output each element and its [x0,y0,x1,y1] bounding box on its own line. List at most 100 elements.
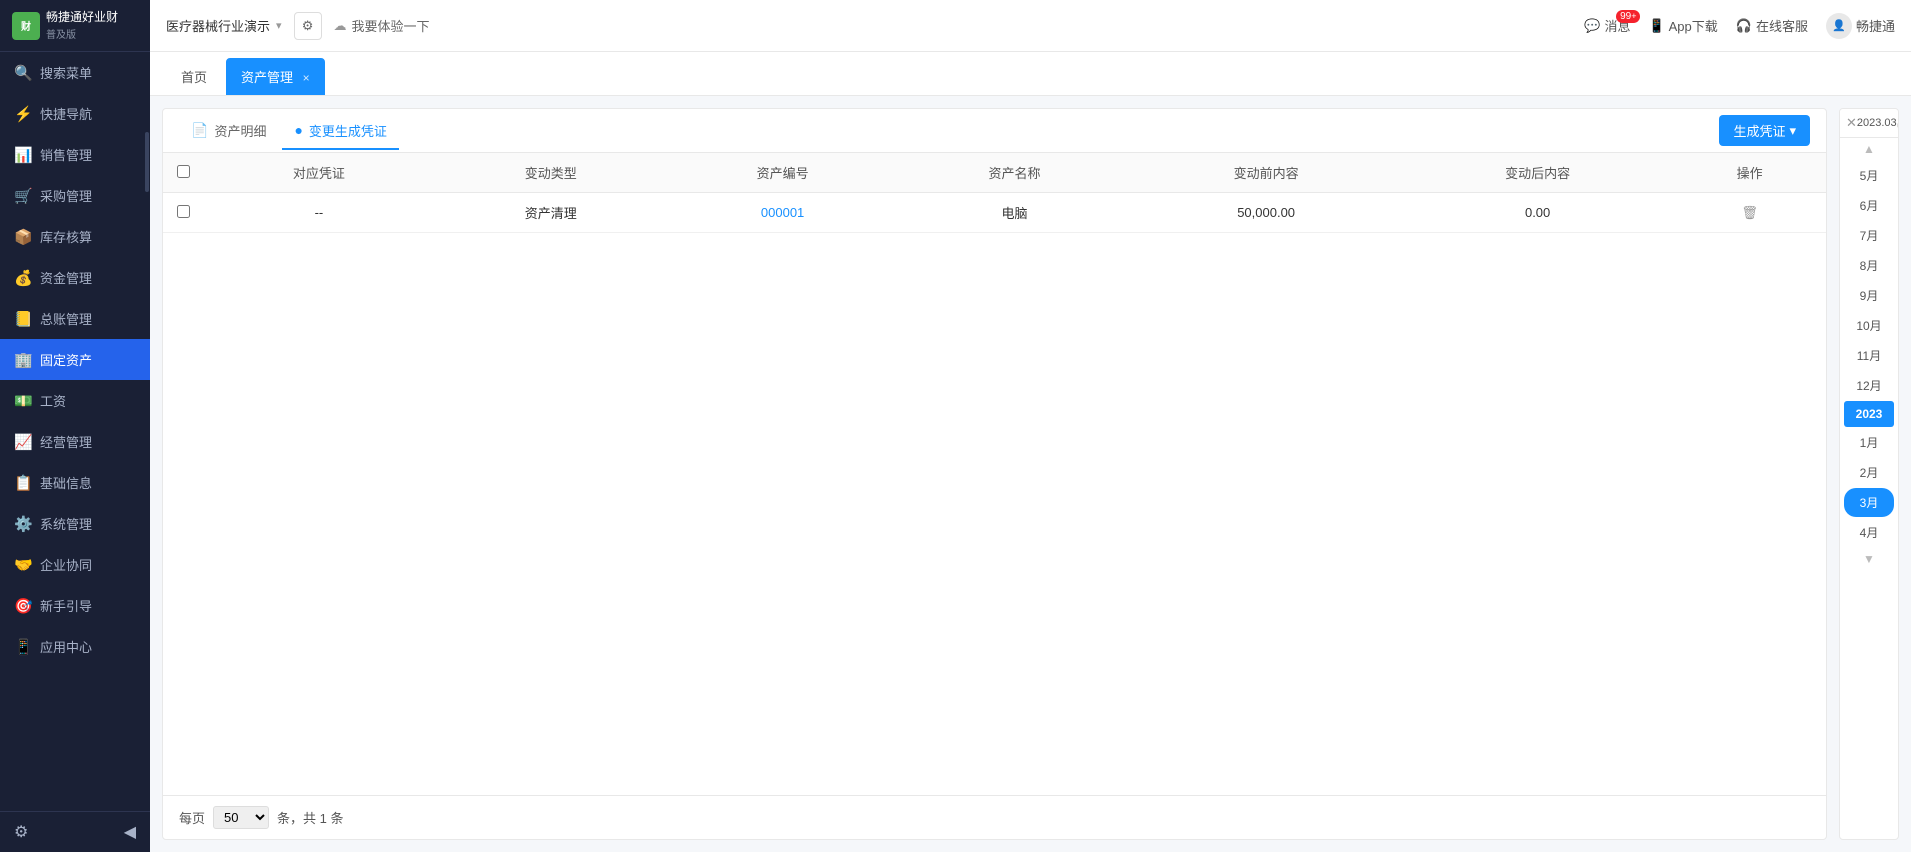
main-area: 医疗器械行业演示 ▾ ⚙ ☁ 我要体验一下 💬 消息 99+ 📱 App下载 🎧… [150,0,1911,852]
date-month-6月[interactable]: 6月 [1844,191,1894,220]
date-month-8月[interactable]: 8月 [1844,251,1894,280]
enterprise-icon: 🤝 [14,556,32,574]
tab-close-icon[interactable]: × [303,71,310,85]
table-body: -- 资产清理 000001 电脑 50,000.00 0.00 🗑 [163,193,1826,233]
app-name: 畅捷通好业财 [46,10,118,26]
date-month-10月[interactable]: 10月 [1844,311,1894,340]
asset-mgmt-tab-label: 资产管理 [241,70,293,85]
date-month-12月[interactable]: 12月 [1844,371,1894,400]
company-selector[interactable]: 医疗器械行业演示 ▾ [166,16,282,35]
tab-home[interactable]: 首页 [166,58,222,95]
sidebar-item-inventory[interactable]: 📦 库存核算 [0,216,150,257]
row-checkbox-0[interactable] [177,205,190,218]
sidebar-logo: 财 畅捷通好业财 普及版 [0,0,150,52]
inventory-icon: 📦 [14,228,32,246]
sidebar-item-search[interactable]: 🔍 搜索菜单 [0,52,150,93]
guide-icon: 🎯 [14,597,32,615]
sidebar-item-label-system: 系统管理 [40,514,92,533]
row-voucher: -- [203,193,435,233]
experience-button[interactable]: ☁ 我要体验一下 [334,16,430,35]
th-change-type: 变动类型 [435,153,667,193]
sidebar-item-fixed-assets[interactable]: 🏢 固定资产 [0,339,150,380]
generate-btn-wrapper: 生成凭证 ▾ [1719,115,1810,146]
date-month-9月[interactable]: 9月 [1844,281,1894,310]
date-month-5月[interactable]: 5月 [1844,161,1894,190]
tab-asset-mgmt[interactable]: 资产管理 × [226,58,325,95]
main-card: 📄 资产明细 ● 变更生成凭证 生成凭证 ▾ [162,108,1827,840]
settings-button[interactable]: ⚙ [294,12,322,40]
asset-table: 对应凭证 变动类型 资产编号 资产名称 变动前内容 变动后内容 操作 [163,153,1826,233]
sidebar-item-finance[interactable]: 💰 资金管理 [0,257,150,298]
settings-icon[interactable]: ⚙ [14,822,28,842]
company-name: 医疗器械行业演示 [166,16,270,35]
sidebar-item-basic-info[interactable]: 📋 基础信息 [0,462,150,503]
sidebar-item-payroll[interactable]: 💵 工资 [0,380,150,421]
app-logo-icon: 财 [12,12,40,40]
th-asset-name: 资产名称 [899,153,1131,193]
sidebar-item-guide[interactable]: 🎯 新手引导 [0,585,150,626]
operations-icon: 📈 [14,433,32,451]
date-sidebar-close-icon[interactable]: ✕ [1846,115,1857,131]
date-year-2023[interactable]: 2023 [1844,401,1894,427]
topbar-right: 💬 消息 99+ 📱 App下载 🎧 在线客服 👤 畅捷通 [1584,13,1895,39]
sub-tab-asset-detail[interactable]: 📄 资产明细 [179,113,278,150]
sidebar-item-label-guide: 新手引导 [40,596,92,615]
message-button[interactable]: 💬 消息 99+ [1584,16,1630,35]
date-month-7月[interactable]: 7月 [1844,221,1894,250]
app-download-label: App下载 [1669,16,1718,35]
date-month-3月[interactable]: 3月 [1844,488,1894,517]
sidebar-item-label-purchase: 采购管理 [40,186,92,205]
search-icon: 🔍 [14,64,32,82]
sidebar-item-ledger[interactable]: 📒 总账管理 [0,298,150,339]
row-action[interactable]: 🗑 [1673,193,1826,233]
fixed-assets-icon: 🏢 [14,351,32,369]
sidebar-item-enterprise[interactable]: 🤝 企业协同 [0,544,150,585]
collapse-icon[interactable]: ◀ [124,822,136,842]
sidebar-item-system[interactable]: ⚙️ 系统管理 [0,503,150,544]
sidebar-item-label-search: 搜索菜单 [40,63,92,82]
username: 畅捷通 [1856,16,1895,35]
gear-icon: ⚙ [302,18,314,34]
basic-info-icon: 📋 [14,474,32,492]
row-asset-code: 000001 [667,193,899,233]
quick-nav-icon: ⚡ [14,105,32,123]
date-month-2月[interactable]: 2月 [1844,458,1894,487]
table-header-row: 对应凭证 变动类型 资产编号 资产名称 变动前内容 变动后内容 操作 [163,153,1826,193]
sidebar-item-app-center[interactable]: 📱 应用中心 [0,626,150,667]
cloud-icon: ☁ [334,18,347,34]
date-scroll-down-icon[interactable]: ▼ [1840,548,1898,570]
sidebar-item-operations[interactable]: 📈 经营管理 [0,421,150,462]
select-all-header [163,153,203,193]
sidebar-item-label-operations: 经营管理 [40,432,92,451]
date-month-1月[interactable]: 1月 [1844,428,1894,457]
total-count: 条，共 1 条 [277,808,343,827]
sidebar-item-label-sales: 销售管理 [40,145,92,164]
sub-tab-change-voucher[interactable]: ● 变更生成凭证 [282,113,398,150]
generate-voucher-label: 生成凭证 [1733,121,1785,140]
sidebar-item-label-quick-nav: 快捷导航 [40,104,92,123]
finance-icon: 💰 [14,269,32,287]
sidebar-item-quick-nav[interactable]: ⚡ 快捷导航 [0,93,150,134]
table-wrapper: 对应凭证 变动类型 资产编号 资产名称 变动前内容 变动后内容 操作 [163,153,1826,795]
generate-voucher-button[interactable]: 生成凭证 ▾ [1719,115,1810,146]
sidebar-item-purchase[interactable]: 🛒 采购管理 [0,175,150,216]
date-month-11月[interactable]: 11月 [1844,341,1894,370]
mobile-icon: 📱 [1648,18,1664,34]
sub-tabs: 📄 资产明细 ● 变更生成凭证 生成凭证 ▾ [163,109,1826,153]
company-dropdown-icon: ▾ [276,19,282,32]
select-all-checkbox[interactable] [177,165,190,178]
date-scroll-up-icon[interactable]: ▲ [1840,138,1898,160]
th-asset-code: 资产编号 [667,153,899,193]
th-before: 变动前内容 [1130,153,1402,193]
change-icon: ● [294,122,302,138]
app-download-button[interactable]: 📱 App下载 [1648,16,1717,35]
per-page-select[interactable]: 102050100 [213,806,269,829]
sidebar-item-label-ledger: 总账管理 [40,309,92,328]
customer-service-button[interactable]: 🎧 在线客服 [1736,16,1808,35]
date-month-4月[interactable]: 4月 [1844,518,1894,547]
ledger-icon: 📒 [14,310,32,328]
user-avatar-button[interactable]: 👤 畅捷通 [1826,13,1895,39]
date-sidebar-expand-icon[interactable]: ⤢ [1897,115,1899,131]
sidebar-item-label-inventory: 库存核算 [40,227,92,246]
sidebar-item-sales[interactable]: 📊 销售管理 [0,134,150,175]
